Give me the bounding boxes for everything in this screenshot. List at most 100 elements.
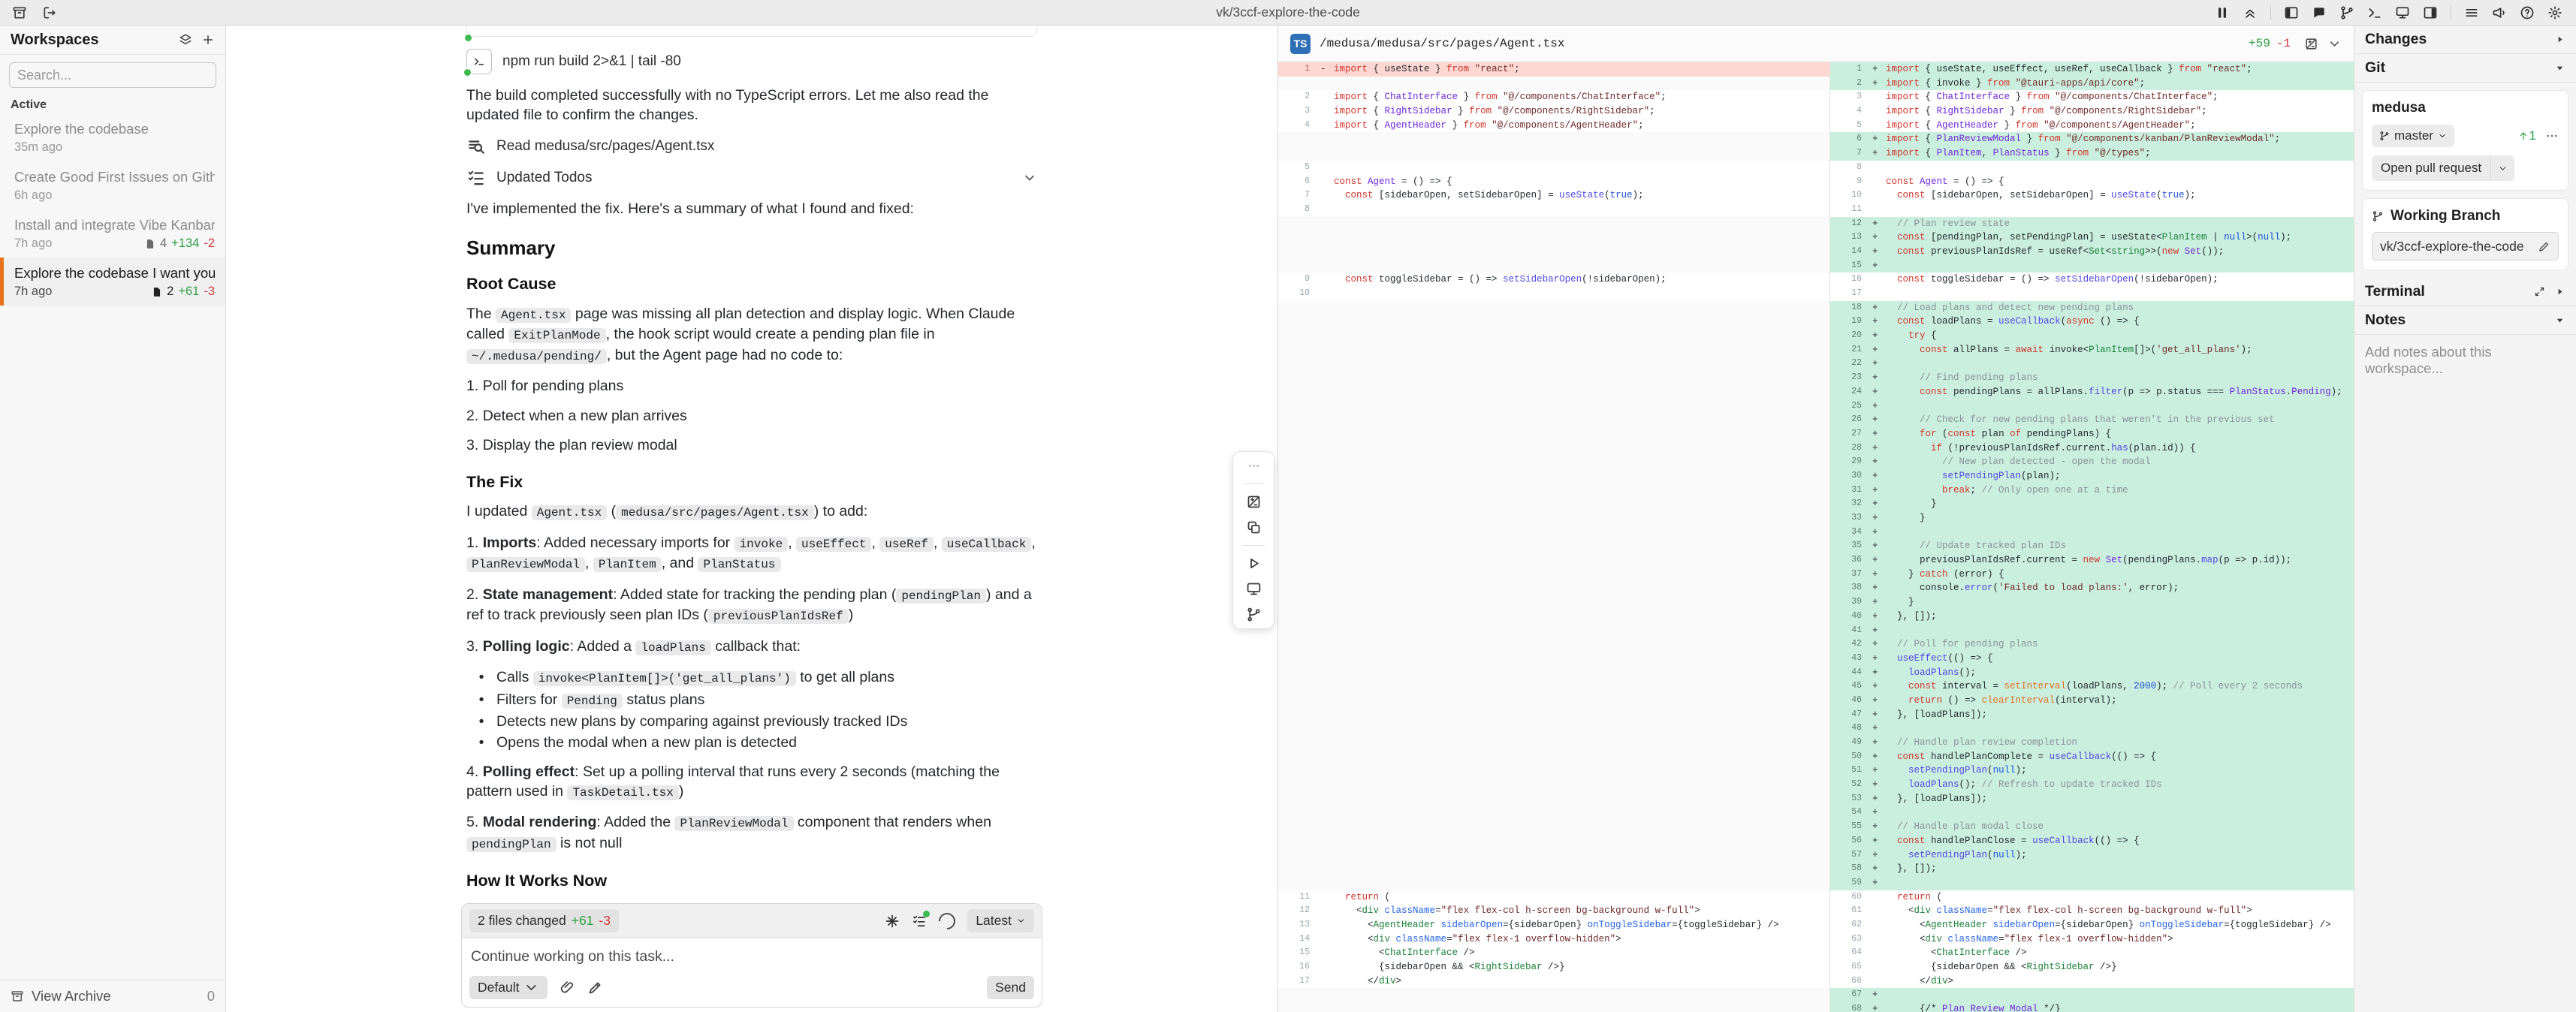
panel-right-icon[interactable] <box>2423 5 2438 20</box>
line-number: 30 <box>1830 469 1869 483</box>
diff-gap-row <box>1278 666 1829 680</box>
code-line: // Load plans and detect new pending pla… <box>1886 301 2354 315</box>
message-input[interactable]: Continue working on this task... <box>462 938 1042 970</box>
diff-marker: + <box>1869 778 1886 792</box>
open-pull-request-button[interactable]: Open pull request <box>2372 155 2490 181</box>
workspace-item[interactable]: Explore the codebase35m ago <box>0 113 225 161</box>
diff-file-header[interactable]: TS /medusa/medusa/src/pages/Agent.tsx +5… <box>1278 26 2354 62</box>
workspace-item[interactable]: Explore the codebase I want you to exp7h… <box>0 258 225 306</box>
chevron-down-icon <box>2438 131 2447 140</box>
diff-gap-row <box>1278 497 1829 511</box>
diff-icon[interactable] <box>1246 494 1262 510</box>
section-changes[interactable]: Changes <box>2354 26 2576 54</box>
archive-icon[interactable] <box>12 5 27 20</box>
edit-pen-button[interactable] <box>587 980 603 995</box>
diff-code-row: 5 <box>1278 161 1829 175</box>
git-sidebar: Changes Git medusa master <box>2354 26 2576 1012</box>
tool-call-row[interactable]: Updated Todos <box>466 168 1037 188</box>
workspace-item[interactable]: Create Good First Issues on Github So p6… <box>0 161 225 209</box>
copy-icon[interactable] <box>1246 520 1262 535</box>
send-button[interactable]: Send <box>987 976 1034 999</box>
text: Detect when a new plan arrives <box>483 408 687 424</box>
line-number: 37 <box>1830 568 1869 582</box>
diff-marker: + <box>1869 736 1886 750</box>
todos-status-button[interactable] <box>912 914 927 929</box>
collapse-file-icon[interactable] <box>2327 37 2342 51</box>
attach-file-button[interactable] <box>560 980 575 995</box>
diff-view-toggle-icon[interactable] <box>2304 37 2318 51</box>
branch-selector[interactable]: master <box>2372 125 2454 147</box>
line-number: 21 <box>1830 343 1869 357</box>
model-dropdown[interactable]: Default <box>469 976 547 999</box>
more-options-button[interactable] <box>2545 129 2559 143</box>
diff-gap-row <box>1278 343 1829 357</box>
diff-marker: + <box>1869 371 1886 385</box>
chevron-down-icon[interactable] <box>1022 170 1037 185</box>
section-terminal[interactable]: Terminal <box>2354 278 2576 306</box>
diff-code-row: 8 <box>1830 161 2354 175</box>
repo-card: medusa master 1 <box>2362 90 2568 191</box>
line-number: 60 <box>1830 890 1869 905</box>
diff-code-row: 35+ // Update tracked plan IDs <box>1830 539 2354 553</box>
files-changed-pill[interactable]: 2 files changed +61 -3 <box>469 909 619 932</box>
monitor-icon[interactable] <box>1246 581 1262 597</box>
working-branch-input[interactable]: vk/3ccf-explore-the-code <box>2372 232 2559 261</box>
git-branch-icon[interactable] <box>2339 5 2354 20</box>
numbered-item: 4. Polling effect: Set up a polling inte… <box>466 763 1037 803</box>
pause-icon[interactable] <box>2215 5 2230 20</box>
settings-icon[interactable] <box>2547 5 2562 20</box>
bullet-item: •Calls invoke<PlanItem[]>('get_all_plans… <box>466 668 1037 689</box>
workspace-title: Explore the codebase I want you to exp <box>14 265 215 282</box>
terminal-icon[interactable] <box>2367 5 2382 20</box>
line-number: 68 <box>1830 1002 1869 1012</box>
tool-call-row[interactable]: npm run build 2>&1 | tail -80 <box>466 49 1037 74</box>
search-input[interactable] <box>9 62 216 88</box>
edit-branch-icon[interactable] <box>2538 240 2550 253</box>
diff-code-row: 44+ loadPlans(); <box>1830 666 2354 680</box>
section-git[interactable]: Git <box>2354 54 2576 83</box>
notes-input[interactable]: Add notes about this workspace... <box>2354 335 2576 386</box>
code-line: import { ChatInterface } from "@/compone… <box>1886 90 2354 104</box>
diff-code-row: 17 </div> <box>1278 974 1829 989</box>
git-branch-icon[interactable] <box>1246 607 1262 622</box>
workspace-item[interactable]: Install and integrate Vibe Kanban Web7h … <box>0 209 225 258</box>
paragraph: The build completed successfully with no… <box>466 86 1037 125</box>
line-number: 62 <box>1830 918 1869 932</box>
tool-call-row[interactable]: Read medusa/src/pages/Agent.tsx <box>466 137 1037 156</box>
layers-icon[interactable] <box>179 33 192 47</box>
play-icon[interactable] <box>1246 556 1262 571</box>
new-workspace-button[interactable] <box>201 33 215 47</box>
sign-out-icon[interactable] <box>42 5 57 20</box>
diff-marker: + <box>1869 708 1886 722</box>
line-number: 13 <box>1278 918 1317 932</box>
collapse-up-icon[interactable] <box>2243 5 2258 20</box>
panel-left-icon[interactable] <box>2284 5 2299 20</box>
spark-icon[interactable] <box>885 914 900 929</box>
monitor-icon[interactable] <box>2395 5 2410 20</box>
text: , <box>871 535 879 551</box>
bold-text: Modal rendering <box>483 814 597 830</box>
code-line <box>1886 624 2354 638</box>
view-archive-button[interactable]: View Archive 0 <box>0 980 225 1012</box>
diff-marker: + <box>1869 441 1886 456</box>
conversation-scroll-area[interactable]: npm run build 2>&1 | tail -80 The build c… <box>226 26 1277 903</box>
chevron-down-icon <box>2498 164 2508 173</box>
diff-code-row: 4import { RightSidebar } from "@/compone… <box>1830 104 2354 119</box>
megaphone-icon[interactable] <box>2492 5 2507 20</box>
help-icon[interactable] <box>2520 5 2535 20</box>
diff-marker: + <box>1869 413 1886 427</box>
pr-options-dropdown[interactable] <box>2490 155 2514 181</box>
line-number: 5 <box>1830 119 1869 133</box>
chat-bubble-icon[interactable] <box>2312 5 2327 20</box>
notes-label: Notes <box>2365 312 2406 329</box>
diff-marker: + <box>1869 806 1886 820</box>
latest-dropdown[interactable]: Latest <box>967 909 1034 932</box>
menu-icon[interactable] <box>2464 5 2479 20</box>
expand-terminal-icon[interactable] <box>2534 286 2545 297</box>
floating-toolbar <box>1232 451 1274 629</box>
diff-marker: + <box>1869 652 1886 666</box>
inline-code: Agent.tsx <box>532 505 607 520</box>
section-notes[interactable]: Notes <box>2354 306 2576 335</box>
diff-gap-row <box>1278 413 1829 427</box>
diff-marker: + <box>1869 862 1886 876</box>
